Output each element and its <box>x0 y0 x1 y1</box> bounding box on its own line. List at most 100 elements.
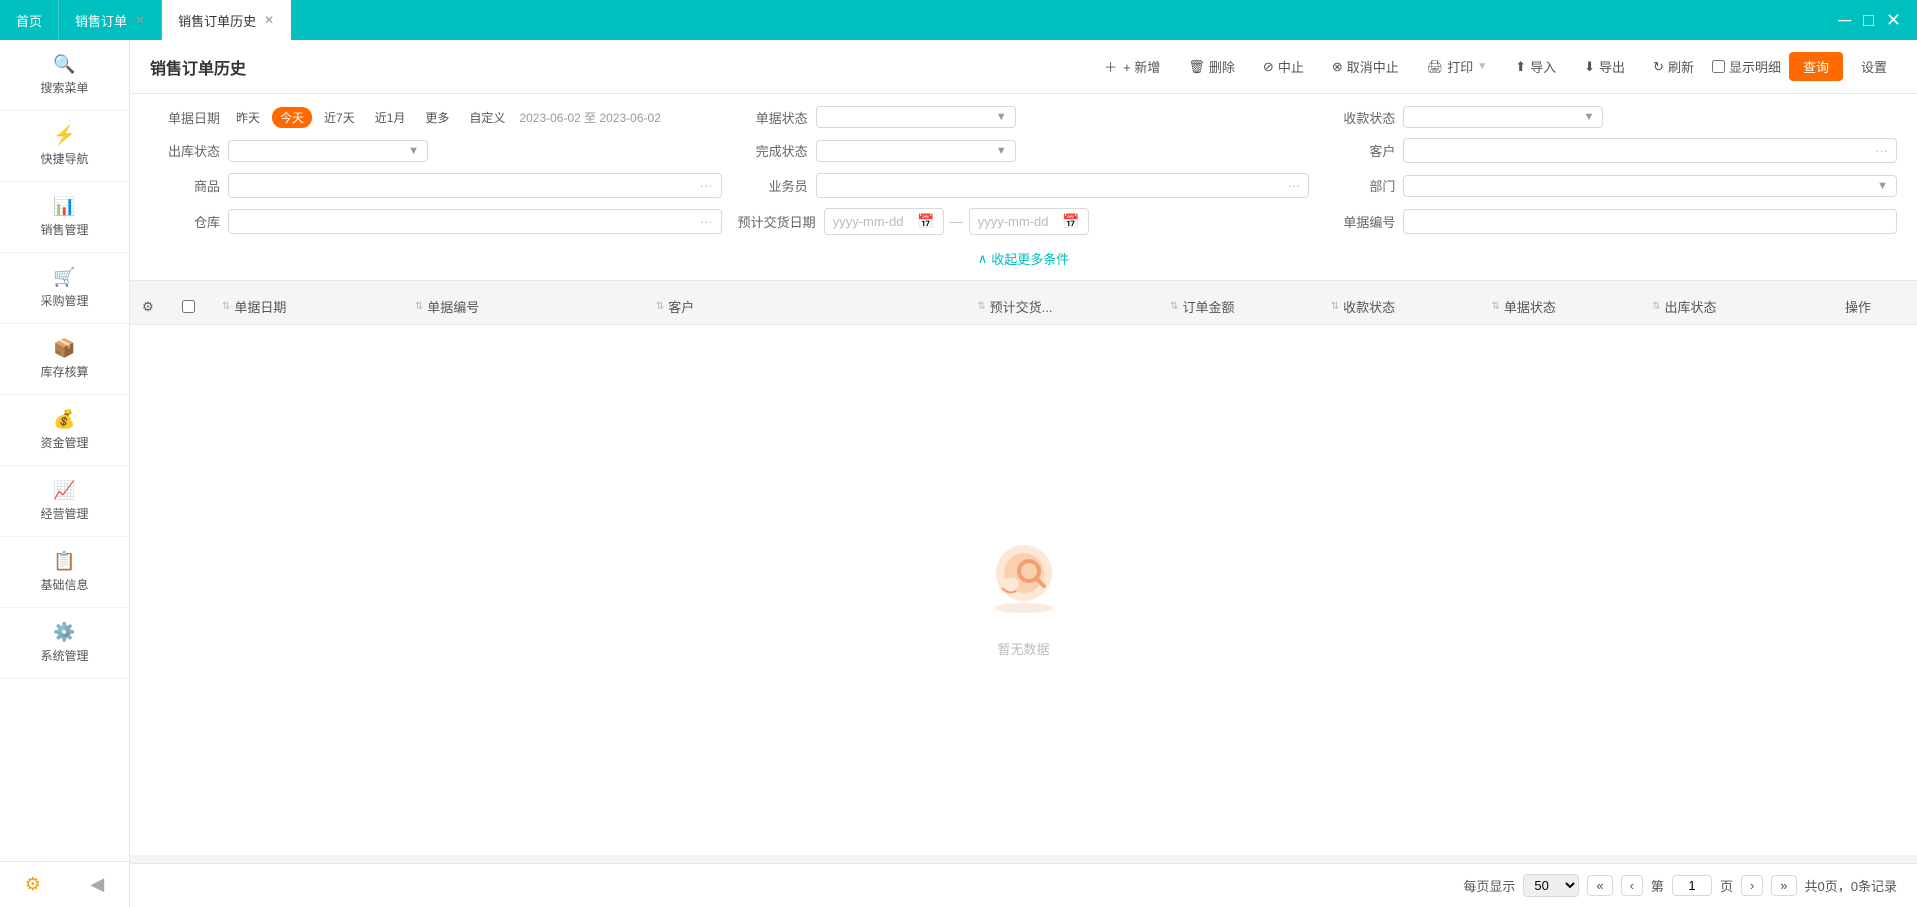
date-btn-more[interactable]: 更多 <box>417 107 457 128</box>
tab-sales-order-history[interactable]: 销售订单历史 ✕ <box>162 0 291 40</box>
page-size-select[interactable]: 50 10 20 100 <box>1523 874 1579 897</box>
maximize-icon[interactable]: □ <box>1863 10 1874 31</box>
col-sort-amount-icon[interactable]: ⇅ <box>1170 301 1178 312</box>
import-button[interactable]: ⬆ 导入 <box>1505 53 1566 80</box>
window-controls: ─ □ ✕ <box>1826 0 1917 40</box>
select-all-checkbox[interactable] <box>182 300 195 313</box>
bill-number-input[interactable] <box>1403 209 1897 234</box>
col-sort-bill-icon[interactable]: ⇅ <box>1491 301 1499 312</box>
payment-status-select[interactable]: ▼ <box>1403 106 1603 128</box>
bill-status-select[interactable]: ▼ <box>816 106 1016 128</box>
col-delivery-label: 预计交货... <box>990 297 1053 316</box>
col-customer-label: 客户 <box>668 297 694 316</box>
col-customer: ⇅ 客户 <box>656 297 977 316</box>
col-sort-stock-icon[interactable]: ⇅ <box>1652 301 1660 312</box>
tab-sales-order-history-close[interactable]: ✕ <box>264 13 274 27</box>
date-quick-btns: 昨天 今天 近7天 近1月 更多 自定义 <box>228 107 513 128</box>
tab-sales-order[interactable]: 销售订单 ✕ <box>59 0 162 40</box>
current-page-input[interactable] <box>1672 875 1712 896</box>
sidebar-item-quick-nav[interactable]: ⚡ 快捷导航 <box>0 111 129 182</box>
filter-row-3: 商品 ··· 业务员 ··· <box>150 173 1897 198</box>
delivery-date-to-input[interactable]: yyyy-mm-dd 📅 <box>969 208 1089 235</box>
import-icon: ⬆ <box>1515 59 1526 75</box>
next-page-button[interactable]: › <box>1741 875 1763 896</box>
stop-button[interactable]: ⊘ 中止 <box>1253 53 1314 80</box>
date-btn-custom[interactable]: 自定义 <box>461 107 513 128</box>
complete-status-select[interactable]: ▼ <box>816 140 1016 162</box>
filter-group-customer: 客户 ··· <box>1325 138 1897 163</box>
sidebar-item-search-menu[interactable]: 🔍 搜索菜单 <box>0 40 129 111</box>
display-cols-checkbox-label[interactable]: 显示明细 <box>1712 57 1781 76</box>
sidebar-item-purchase-mgmt[interactable]: 🛒 采购管理 <box>0 253 129 324</box>
empty-state: 暂无数据 <box>130 325 1917 855</box>
col-sort-num-icon[interactable]: ⇅ <box>415 301 423 312</box>
col-sort-pay-icon[interactable]: ⇅ <box>1331 301 1339 312</box>
date-btn-last7[interactable]: 近7天 <box>316 107 363 128</box>
date-btn-today[interactable]: 今天 <box>272 107 312 128</box>
department-select[interactable]: ▼ <box>1403 175 1897 197</box>
delivery-date-from-input[interactable]: yyyy-mm-dd 📅 <box>824 208 944 235</box>
export-button[interactable]: ⬇ 导出 <box>1574 53 1635 80</box>
filter-group-payment-status: 收款状态 ▼ <box>1325 106 1897 128</box>
col-sort-customer-icon[interactable]: ⇅ <box>656 301 664 312</box>
stock-out-label: 出库状态 <box>150 141 220 160</box>
bill-status-label: 单据状态 <box>738 108 808 127</box>
page-title-bar: 销售订单历史 ＋ + 新增 🗑 删除 ⊘ 中止 ⊗ 取消中止 <box>130 40 1917 94</box>
refresh-button[interactable]: ↻ 刷新 <box>1643 53 1704 80</box>
customer-select[interactable]: ··· <box>1403 138 1897 163</box>
customer-label: 客户 <box>1325 141 1395 160</box>
query-button[interactable]: 查询 <box>1789 52 1843 81</box>
salesperson-select[interactable]: ··· <box>816 173 1310 198</box>
col-sort-date-icon[interactable]: ⇅ <box>222 301 230 312</box>
date-range-text: 2023-06-02 至 2023-06-02 <box>519 109 660 126</box>
sidebar-item-purchase-mgmt-label: 采购管理 <box>40 292 88 309</box>
prev-page-button[interactable]: ‹ <box>1621 875 1643 896</box>
goods-select[interactable]: ··· <box>228 173 722 198</box>
sidebar-settings-icon[interactable]: ⚙ <box>25 874 41 895</box>
sidebar-item-finance[interactable]: 💰 资金管理 <box>0 395 129 466</box>
sidebar-item-operations-label: 经营管理 <box>40 505 88 522</box>
date-btn-yesterday[interactable]: 昨天 <box>228 107 268 128</box>
sidebar-item-system-label: 系统管理 <box>40 647 88 664</box>
col-amount: ⇅ 订单金额 <box>1170 297 1331 316</box>
tab-home[interactable]: 首页 <box>0 0 59 40</box>
delivery-date-from-text: yyyy-mm-dd <box>833 214 904 229</box>
sidebar-collapse-icon[interactable]: ◀ <box>90 874 104 895</box>
sidebar-item-operations[interactable]: 📈 经营管理 <box>0 466 129 537</box>
sidebar-item-system[interactable]: ⚙️ 系统管理 <box>0 608 129 679</box>
stock-out-arrow-icon: ▼ <box>408 145 419 157</box>
table-header: ⚙ ⇅ 单据日期 ⇅ 单据编号 ⇅ 客户 ⇅ <box>130 289 1917 325</box>
delete-button[interactable]: 🗑 删除 <box>1178 53 1245 80</box>
last-page-button[interactable]: » <box>1771 875 1796 896</box>
filter-row-2: 出库状态 ▼ 完成状态 ▼ 客户 <box>150 138 1897 163</box>
cancel-stop-button[interactable]: ⊗ 取消中止 <box>1322 53 1409 80</box>
stock-out-select[interactable]: ▼ <box>228 140 428 162</box>
col-checkbox[interactable] <box>182 300 222 313</box>
col-settings[interactable]: ⚙ <box>142 299 182 315</box>
col-number: ⇅ 单据编号 <box>415 297 656 316</box>
quick-nav-icon: ⚡ <box>53 125 75 146</box>
date-btn-last1m[interactable]: 近1月 <box>367 107 414 128</box>
col-sort-delivery-icon[interactable]: ⇅ <box>977 301 985 312</box>
minimize-icon[interactable]: ─ <box>1838 10 1851 31</box>
print-button[interactable]: 🖨 打印 ▼ <box>1417 53 1497 80</box>
sidebar-item-basic-info[interactable]: 📋 基础信息 <box>0 537 129 608</box>
page-title: 销售订单历史 <box>150 55 246 79</box>
stop-icon: ⊘ <box>1263 59 1274 75</box>
search-menu-icon: 🔍 <box>53 54 75 75</box>
delete-icon: 🗑 <box>1188 59 1205 75</box>
collapse-button[interactable]: ∧ 收起更多条件 <box>978 249 1070 268</box>
department-arrow-icon: ▼ <box>1877 180 1888 192</box>
close-icon[interactable]: ✕ <box>1886 10 1901 31</box>
new-button[interactable]: ＋ + 新增 <box>1094 53 1170 80</box>
first-page-button[interactable]: « <box>1587 875 1612 896</box>
sidebar-item-inventory[interactable]: 📦 库存核算 <box>0 324 129 395</box>
tab-sales-order-close[interactable]: ✕ <box>135 13 145 27</box>
sidebar-item-sales-mgmt[interactable]: 📊 销售管理 <box>0 182 129 253</box>
warehouse-select[interactable]: ··· <box>228 209 722 234</box>
date-label: 单据日期 <box>150 108 220 127</box>
display-cols-checkbox[interactable] <box>1712 60 1725 73</box>
settings-button[interactable]: 设置 <box>1851 53 1897 80</box>
print-label: 打印 <box>1447 57 1473 76</box>
operations-icon: 📈 <box>53 480 75 501</box>
